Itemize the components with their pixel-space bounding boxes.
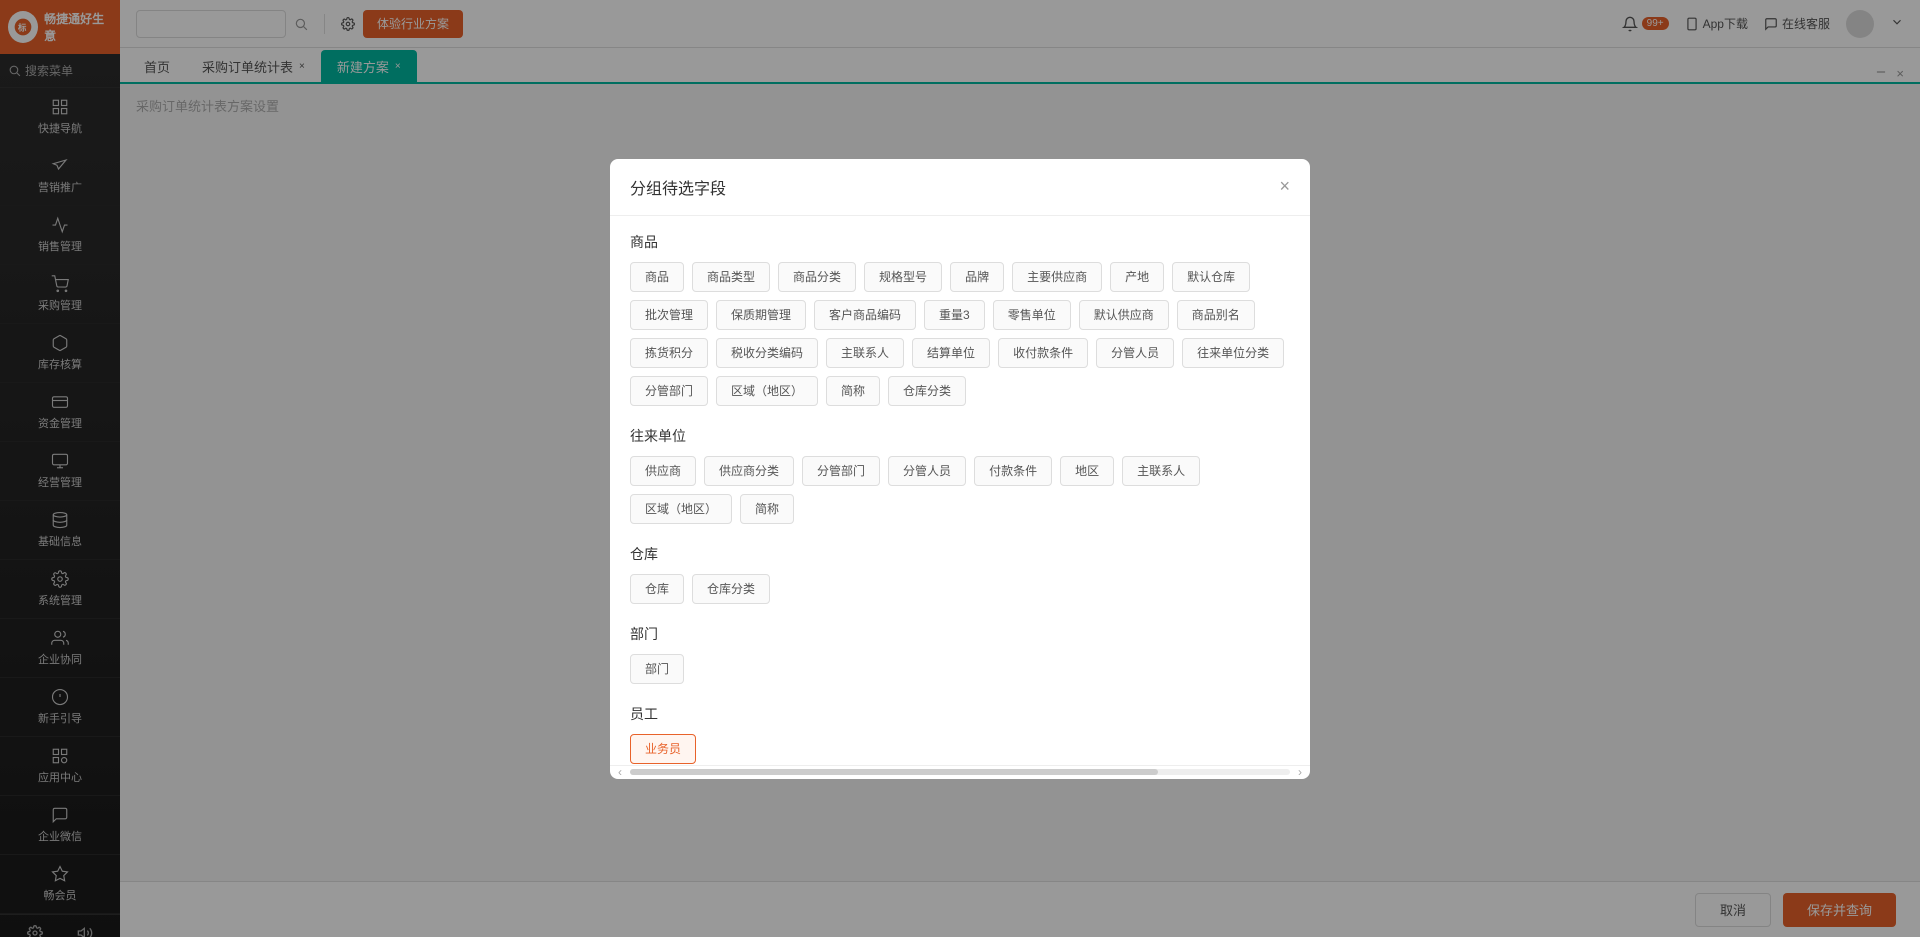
field-tag-contact-short-name[interactable]: 简称 bbox=[740, 494, 794, 524]
field-tag-goods-tax-code[interactable]: 税收分类编码 bbox=[716, 338, 818, 368]
field-tags-warehouse: 仓库仓库分类 bbox=[630, 574, 1290, 604]
field-tag-contact-supplier[interactable]: 供应商 bbox=[630, 456, 696, 486]
field-tag-goods-alias[interactable]: 商品别名 bbox=[1177, 300, 1255, 330]
field-section-title-dept: 部门 bbox=[630, 624, 1290, 644]
field-tag-goods-customer-code[interactable]: 客户商品编码 bbox=[814, 300, 916, 330]
field-tag-warehouse-category[interactable]: 仓库分类 bbox=[692, 574, 770, 604]
field-tag-goods-payment-terms[interactable]: 收付款条件 bbox=[998, 338, 1088, 368]
field-tags-contact: 供应商供应商分类分管部门分管人员付款条件地区主联系人区域（地区） 简称 bbox=[630, 456, 1290, 524]
field-tag-goods-from-unit[interactable]: 往来单位分类 bbox=[1182, 338, 1284, 368]
field-section-goods: 商品商品商品类型商品分类规格型号品牌主要供应商产地默认仓库批次管理保质期管理客户… bbox=[630, 232, 1290, 406]
modal-header: 分组待选字段 × bbox=[610, 159, 1310, 216]
field-tag-goods-retail-unit[interactable]: 零售单位 bbox=[993, 300, 1071, 330]
field-section-title-contact: 往来单位 bbox=[630, 426, 1290, 446]
field-tag-goods-spec[interactable]: 规格型号 bbox=[864, 262, 942, 292]
hscroll-thumb bbox=[630, 769, 1158, 775]
field-tag-contact-area[interactable]: 区域（地区） bbox=[630, 494, 732, 524]
field-section-warehouse: 仓库仓库仓库分类 bbox=[630, 544, 1290, 604]
field-section-title-staff: 员工 bbox=[630, 704, 1290, 724]
field-tag-goods-category[interactable]: 商品分类 bbox=[778, 262, 856, 292]
field-tag-contact-supplier-category[interactable]: 供应商分类 bbox=[704, 456, 794, 486]
field-section-title-warehouse: 仓库 bbox=[630, 544, 1290, 564]
field-tag-goods-settle-unit[interactable]: 结算单位 bbox=[912, 338, 990, 368]
field-tag-goods-manager[interactable]: 分管人员 bbox=[1096, 338, 1174, 368]
modal-title: 分组待选字段 bbox=[630, 175, 726, 199]
field-tag-dept-name[interactable]: 部门 bbox=[630, 654, 684, 684]
field-tag-contact-dept[interactable]: 分管部门 bbox=[802, 456, 880, 486]
field-tag-goods-dept[interactable]: 分管部门 bbox=[630, 376, 708, 406]
field-tag-goods-brand[interactable]: 品牌 bbox=[950, 262, 1004, 292]
modal-overlay: 分组待选字段 × 商品商品商品类型商品分类规格型号品牌主要供应商产地默认仓库批次… bbox=[0, 0, 1920, 937]
field-tag-staff-salesperson[interactable]: 业务员 bbox=[630, 734, 696, 764]
hscroll-left-btn[interactable]: ‹ bbox=[618, 765, 622, 778]
hscroll-right-btn[interactable]: › bbox=[1298, 765, 1302, 778]
field-tag-goods-default-supplier[interactable]: 默认供应商 bbox=[1079, 300, 1169, 330]
field-tag-contact-manager[interactable]: 分管人员 bbox=[888, 456, 966, 486]
field-section-title-goods: 商品 bbox=[630, 232, 1290, 252]
field-tag-goods-batch[interactable]: 批次管理 bbox=[630, 300, 708, 330]
field-tag-contact-region[interactable]: 地区 bbox=[1060, 456, 1114, 486]
field-tag-goods-main-supplier[interactable]: 主要供应商 bbox=[1012, 262, 1102, 292]
field-section-contact: 往来单位供应商供应商分类分管部门分管人员付款条件地区主联系人区域（地区） 简称 bbox=[630, 426, 1290, 524]
field-tag-goods-pick-score[interactable]: 拣货积分 bbox=[630, 338, 708, 368]
field-tag-goods-region[interactable]: 区域（地区） bbox=[716, 376, 818, 406]
modal-hscroll[interactable]: ‹ › bbox=[610, 765, 1310, 778]
field-tag-warehouse-name[interactable]: 仓库 bbox=[630, 574, 684, 604]
field-tags-goods: 商品商品类型商品分类规格型号品牌主要供应商产地默认仓库批次管理保质期管理客户商品… bbox=[630, 262, 1290, 406]
modal: 分组待选字段 × 商品商品商品类型商品分类规格型号品牌主要供应商产地默认仓库批次… bbox=[610, 159, 1310, 779]
field-tag-contact-payment-terms[interactable]: 付款条件 bbox=[974, 456, 1052, 486]
field-tag-goods-weight[interactable]: 重量3 bbox=[924, 300, 985, 330]
field-tag-goods-type[interactable]: 商品类型 bbox=[692, 262, 770, 292]
field-tag-goods-main-contact[interactable]: 主联系人 bbox=[826, 338, 904, 368]
field-tag-goods-expiry[interactable]: 保质期管理 bbox=[716, 300, 806, 330]
field-tag-goods-default-warehouse[interactable]: 默认仓库 bbox=[1172, 262, 1250, 292]
field-tag-contact-main-contact[interactable]: 主联系人 bbox=[1122, 456, 1200, 486]
modal-close-btn[interactable]: × bbox=[1279, 176, 1290, 197]
field-tag-goods-name[interactable]: 商品 bbox=[630, 262, 684, 292]
field-tag-goods-warehouse-category[interactable]: 仓库分类 bbox=[888, 376, 966, 406]
field-tags-staff: 业务员 bbox=[630, 734, 1290, 764]
modal-body: 商品商品商品类型商品分类规格型号品牌主要供应商产地默认仓库批次管理保质期管理客户… bbox=[610, 216, 1310, 766]
field-section-dept: 部门部门 bbox=[630, 624, 1290, 684]
field-tag-goods-origin[interactable]: 产地 bbox=[1110, 262, 1164, 292]
field-tag-goods-short-name[interactable]: 简称 bbox=[826, 376, 880, 406]
field-tags-dept: 部门 bbox=[630, 654, 1290, 684]
hscroll-track bbox=[630, 769, 1290, 775]
field-section-staff: 员工业务员 bbox=[630, 704, 1290, 764]
